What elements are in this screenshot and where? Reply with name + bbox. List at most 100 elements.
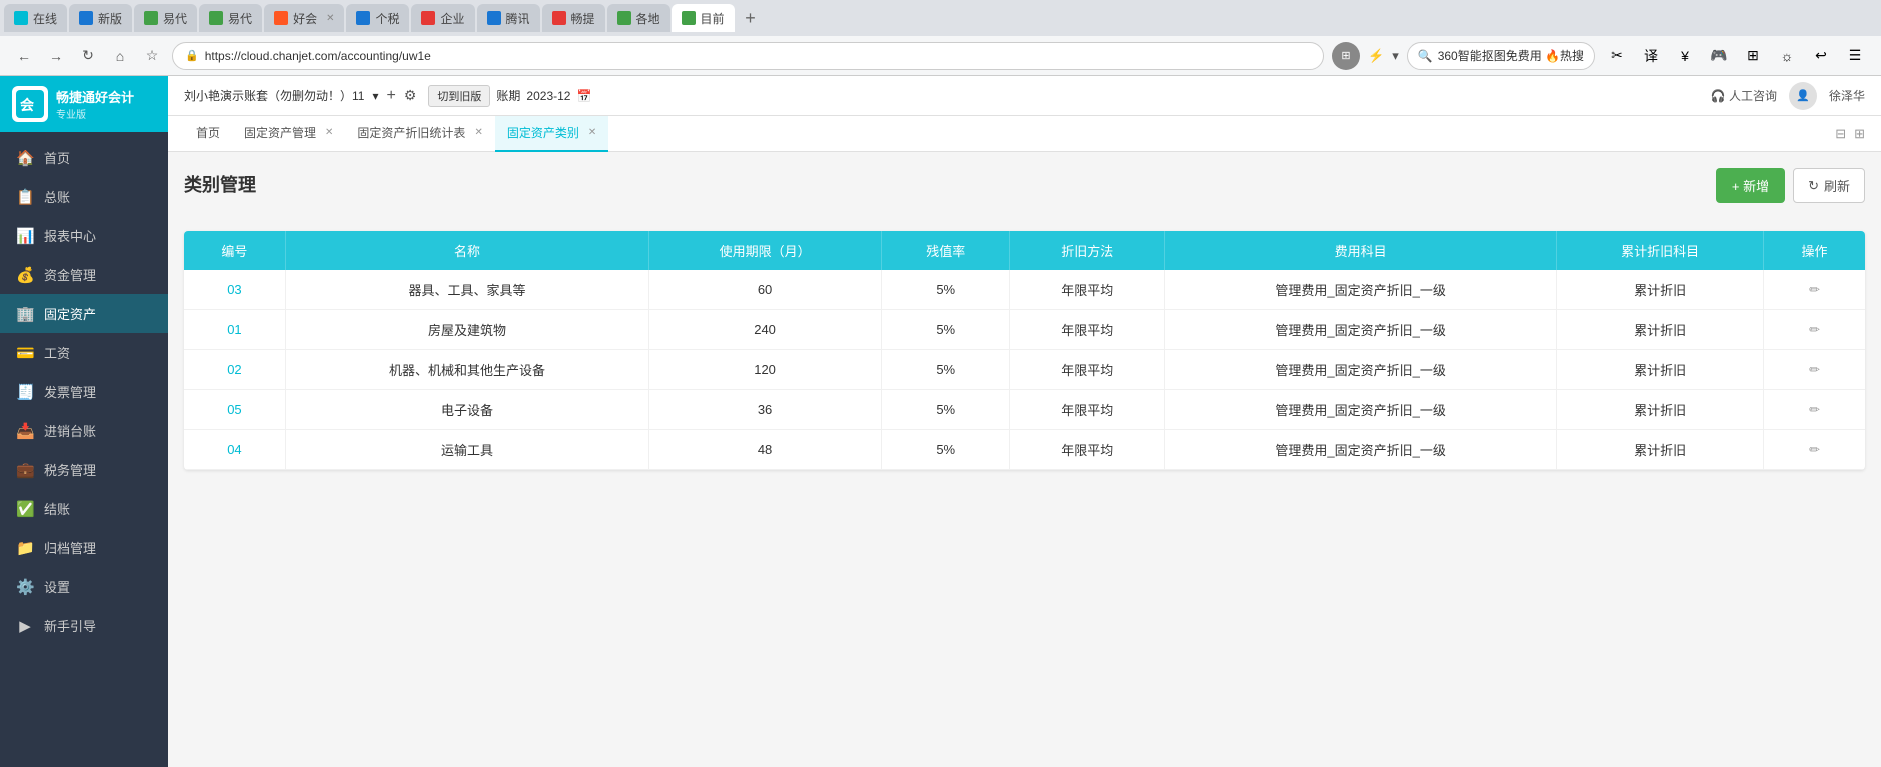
sidebar-item-tax[interactable]: 💼 税务管理 (0, 450, 168, 489)
sidebar-item-funds[interactable]: 💰 资金管理 (0, 255, 168, 294)
add-button[interactable]: + 新增 (1716, 168, 1785, 203)
row-2-action[interactable]: ✏ (1764, 350, 1865, 390)
row-1-expense: 管理费用_固定资产折旧_一级 (1165, 310, 1557, 350)
row-2-name: 机器、机械和其他生产设备 (285, 350, 648, 390)
sidebar-item-fixed-assets[interactable]: 🏢 固定资产 (0, 294, 168, 333)
tab-close-depreciation-report[interactable]: ✕ (474, 127, 482, 138)
edit-icon-4[interactable]: ✏ (1809, 442, 1820, 457)
sidebar-item-guide[interactable]: ▶ 新手引导 (0, 606, 168, 645)
tab-close-4[interactable]: ✕ (326, 13, 334, 24)
address-bar: ← → ↻ ⌂ ☆ 🔒 https://cloud.chanjet.com/ac… (0, 36, 1881, 76)
browser-tab-9[interactable]: 各地 (607, 4, 670, 32)
edit-icon-2[interactable]: ✏ (1809, 362, 1820, 377)
col-action: 操作 (1764, 231, 1865, 270)
home-button[interactable]: ⌂ (108, 44, 132, 68)
sidebar-item-sales[interactable]: 📥 进销台账 (0, 411, 168, 450)
tab-asset-category[interactable]: 固定资产类别 ✕ (495, 116, 608, 152)
row-2-method: 年限平均 (1010, 350, 1165, 390)
calendar-icon[interactable]: 📅 (576, 89, 591, 103)
add-account-button[interactable]: + (387, 87, 396, 105)
row-0-code[interactable]: 03 (184, 270, 285, 310)
row-3-residual: 5% (881, 390, 1009, 430)
game-icon[interactable]: 🎮 (1705, 42, 1733, 70)
sidebar-item-reports[interactable]: 📊 报表中心 (0, 216, 168, 255)
reload-button[interactable]: ↻ (76, 44, 100, 68)
sidebar-item-settings[interactable]: ⚙️ 设置 (0, 567, 168, 606)
browser-toolbar-icons: ✂ 译 ¥ 🎮 ⊞ ☼ ↩ ☰ (1603, 42, 1869, 70)
row-2-expense: 管理费用_固定资产折旧_一级 (1165, 350, 1557, 390)
settings-account-icon[interactable]: ⚙ (404, 87, 417, 104)
scissors-icon[interactable]: ✂ (1603, 42, 1631, 70)
col-accum: 累计折旧科目 (1557, 231, 1764, 270)
back-button[interactable]: ← (12, 44, 36, 68)
sidebar-item-salary[interactable]: 💳 工资 (0, 333, 168, 372)
row-4-expense: 管理费用_固定资产折旧_一级 (1165, 430, 1557, 470)
row-3-action[interactable]: ✏ (1764, 390, 1865, 430)
switch-to-old-btn[interactable]: 切到旧版 (428, 85, 490, 107)
row-4-accum: 累计折旧 (1557, 430, 1764, 470)
service-label[interactable]: 🎧 人工咨询 (1711, 87, 1777, 104)
minimize-tab-icon[interactable]: ⊟ (1835, 126, 1846, 142)
content-area: 类别管理 + 新增 ↻ 刷新 编号 名称 使用期限（月） 残值率 (168, 152, 1881, 767)
tax-icon: 💼 (16, 461, 34, 479)
row-4-action[interactable]: ✏ (1764, 430, 1865, 470)
browser-tab-3[interactable]: 易代 (199, 4, 262, 32)
forward-button[interactable]: → (44, 44, 68, 68)
expand-tab-icon[interactable]: ⊞ (1854, 126, 1865, 142)
search-box[interactable]: 🔍 360智能抠图免费用 🔥热搜 (1407, 42, 1595, 70)
sidebar-item-ledger[interactable]: 📋 总账 (0, 177, 168, 216)
edit-icon-1[interactable]: ✏ (1809, 322, 1820, 337)
svg-text:会: 会 (20, 97, 35, 113)
row-4-method: 年限平均 (1010, 430, 1165, 470)
wallet-icon[interactable]: ¥ (1671, 42, 1699, 70)
sidebar-item-archive[interactable]: 📁 归档管理 (0, 528, 168, 567)
edit-icon-0[interactable]: ✏ (1809, 282, 1820, 297)
tab-depreciation-report[interactable]: 固定资产折旧统计表 ✕ (345, 116, 494, 152)
browser-tab-4[interactable]: 好会 ✕ (264, 4, 344, 32)
row-3-expense: 管理费用_固定资产折旧_一级 (1165, 390, 1557, 430)
refresh-button[interactable]: ↻ 刷新 (1793, 168, 1865, 203)
row-1-period: 240 (649, 310, 882, 350)
row-3-code[interactable]: 05 (184, 390, 285, 430)
grid-icon[interactable]: ⊞ (1739, 42, 1767, 70)
sidebar-item-close[interactable]: ✅ 结账 (0, 489, 168, 528)
expand-icon[interactable]: ▾ (1392, 48, 1399, 64)
browser-tab-6[interactable]: 企业 (411, 4, 474, 32)
translate-icon[interactable]: 译 (1637, 42, 1665, 70)
row-4-code[interactable]: 04 (184, 430, 285, 470)
undo-icon[interactable]: ↩ (1807, 42, 1835, 70)
edit-icon-3[interactable]: ✏ (1809, 402, 1820, 417)
browser-tab-7[interactable]: 腾讯 (477, 4, 540, 32)
row-1-action[interactable]: ✏ (1764, 310, 1865, 350)
browser-tab-0[interactable]: 在线 (4, 4, 67, 32)
user-info: 刘小艳演示账套（勿删勿动！）11 ▾ + ⚙ (184, 87, 416, 105)
row-0-action[interactable]: ✏ (1764, 270, 1865, 310)
boost-icon[interactable]: ⚡ (1368, 48, 1384, 64)
sidebar-item-home[interactable]: 🏠 首页 (0, 138, 168, 177)
app-container: 会 畅捷通好会计 专业版 🏠 首页 📋 总账 📊 报表中心 💰 (0, 76, 1881, 767)
row-3-method: 年限平均 (1010, 390, 1165, 430)
menu-icon[interactable]: ☰ (1841, 42, 1869, 70)
new-tab-button[interactable]: + (737, 4, 765, 32)
table-header: 编号 名称 使用期限（月） 残值率 折旧方法 费用科目 累计折旧科目 操作 (184, 231, 1865, 270)
browser-tab-10[interactable]: 目前 (672, 4, 735, 32)
headset-icon: 🎧 (1711, 89, 1726, 103)
logo-text: 畅捷通好会计 专业版 (56, 87, 134, 121)
settings-icon[interactable]: ☼ (1773, 42, 1801, 70)
bookmark-button[interactable]: ☆ (140, 44, 164, 68)
browser-tab-8[interactable]: 畅提 (542, 4, 605, 32)
tab-close-fixed-assets-mgmt[interactable]: ✕ (325, 127, 333, 138)
tab-close-asset-category[interactable]: ✕ (588, 127, 596, 138)
sidebar-item-invoice[interactable]: 🧾 发票管理 (0, 372, 168, 411)
tab-home[interactable]: 首页 (184, 116, 232, 152)
row-2-code[interactable]: 02 (184, 350, 285, 390)
row-1-code[interactable]: 01 (184, 310, 285, 350)
main-content: 刘小艳演示账套（勿删勿动！）11 ▾ + ⚙ 切到旧版 账期 2023-12 📅… (168, 76, 1881, 767)
browser-tab-2[interactable]: 易代 (134, 4, 197, 32)
sales-icon: 📥 (16, 422, 34, 440)
tab-fixed-assets-mgmt[interactable]: 固定资产管理 ✕ (232, 116, 345, 152)
dropdown-arrow-icon[interactable]: ▾ (372, 89, 378, 103)
browser-tab-1[interactable]: 新版 (69, 4, 132, 32)
url-box[interactable]: 🔒 https://cloud.chanjet.com/accounting/u… (172, 42, 1324, 70)
browser-tab-5[interactable]: 个税 (346, 4, 409, 32)
